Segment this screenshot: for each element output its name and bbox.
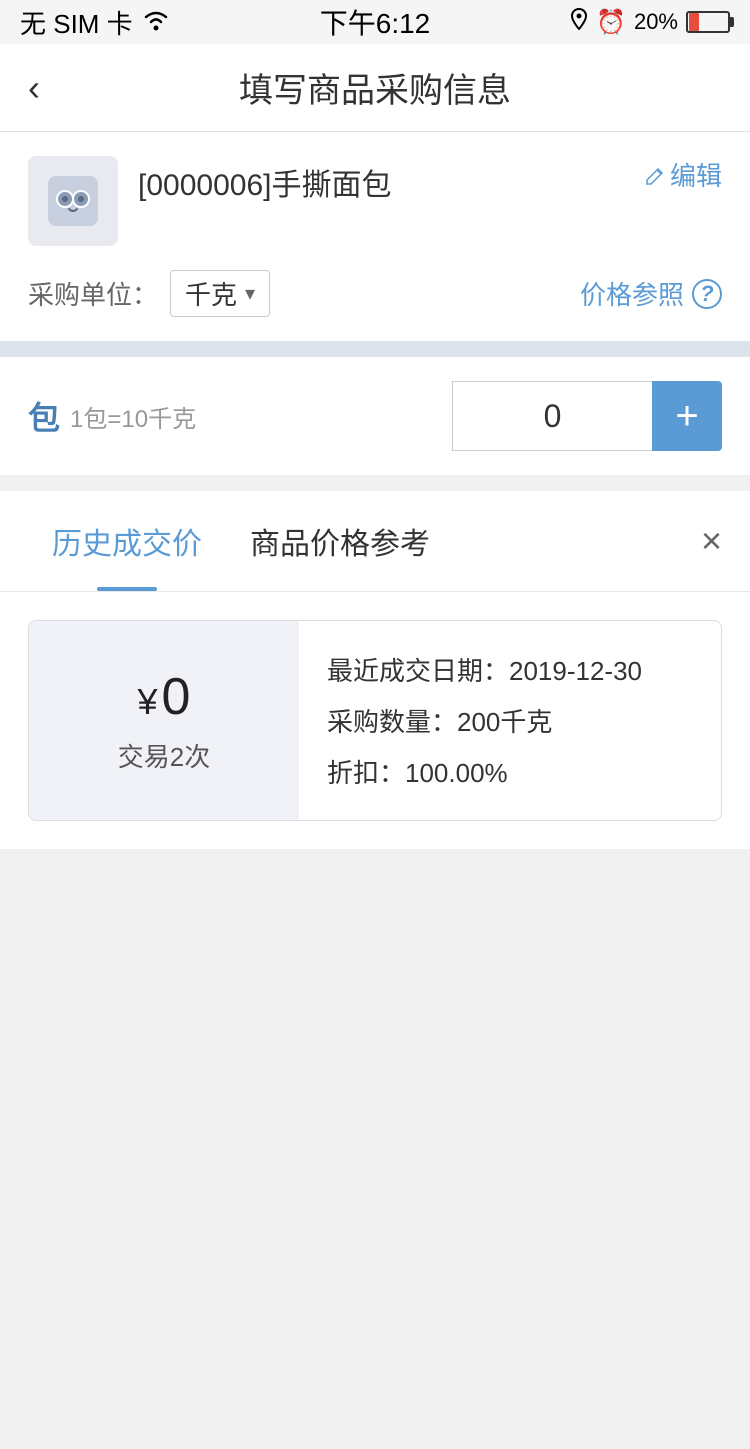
trade-card-right: 最近成交日期：2019-12-30 采购数量：200千克 折扣：100.00% — [299, 621, 721, 820]
close-panel-button[interactable]: × — [701, 520, 722, 562]
date-value: 2019-12-30 — [509, 656, 642, 686]
status-left: 无 SIM 卡 — [20, 4, 171, 41]
product-image — [28, 156, 118, 246]
date-label: 最近成交日期： — [327, 656, 509, 686]
trade-discount-row: 折扣：100.00% — [327, 753, 693, 790]
product-name: [0000006]手撕面包 — [138, 156, 391, 204]
page-title: 填写商品采购信息 — [239, 63, 511, 112]
trade-price: ¥0 — [138, 667, 191, 727]
main-content — [0, 849, 750, 1449]
qty-label: 采购数量： — [327, 707, 457, 737]
panel-content: ¥0 交易2次 最近成交日期：2019-12-30 采购数量：200千克 折扣：… — [0, 592, 750, 849]
nav-bar: ‹ 填写商品采购信息 — [0, 44, 750, 132]
tabs: 历史成交价 商品价格参考 × — [0, 491, 750, 592]
help-icon: ? — [692, 279, 722, 309]
discount-label: 折扣： — [327, 758, 405, 788]
quantity-label: 包 1包=10千克 — [28, 393, 196, 439]
quantity-controls: + — [452, 381, 722, 451]
battery-percent: 20% — [634, 9, 678, 35]
quantity-section: 包 1包=10千克 + — [0, 357, 750, 475]
unit-select[interactable]: 千克 ▾ — [170, 270, 270, 317]
unit-name: 包 — [28, 393, 60, 439]
dropdown-arrow-icon: ▾ — [245, 281, 255, 306]
trade-card-left: ¥0 交易2次 — [29, 621, 299, 820]
back-button[interactable]: ‹ — [28, 67, 40, 109]
wifi-icon — [141, 7, 171, 38]
battery-icon — [686, 11, 730, 33]
tab-product-price-ref[interactable]: 商品价格参考 — [226, 491, 454, 591]
location-icon — [570, 8, 588, 37]
unit-value: 千克 — [185, 275, 237, 312]
unit-label: 采购单位： — [28, 275, 158, 312]
discount-value: 100.00% — [405, 758, 508, 788]
alarm-icon: ⏰ — [596, 8, 626, 37]
trade-card: ¥0 交易2次 最近成交日期：2019-12-30 采购数量：200千克 折扣：… — [28, 620, 722, 821]
product-section: [0000006]手撕面包 编辑 采购单位： 千克 ▾ 价格参照 ? — [0, 132, 750, 341]
trade-date-row: 最近成交日期：2019-12-30 — [327, 651, 693, 688]
conversion-text: 1包=10千克 — [70, 399, 196, 434]
bottom-panel: 历史成交价 商品价格参考 × ¥0 交易2次 最近成交日期：2019-12-30… — [0, 491, 750, 849]
product-header: [0000006]手撕面包 编辑 — [28, 156, 722, 246]
product-left: [0000006]手撕面包 — [28, 156, 391, 246]
trade-qty-row: 采购数量：200千克 — [327, 702, 693, 739]
price-ref-button[interactable]: 价格参照 ? — [580, 275, 722, 312]
tab-history-price[interactable]: 历史成交价 — [28, 491, 226, 591]
quantity-input[interactable] — [452, 381, 652, 451]
edit-button[interactable]: 编辑 — [644, 156, 722, 193]
quantity-plus-button[interactable]: + — [652, 381, 722, 451]
separator — [0, 341, 750, 357]
trade-count: 交易2次 — [118, 737, 210, 774]
status-right: ⏰ 20% — [570, 8, 730, 37]
qty-value: 200千克 — [457, 707, 552, 737]
status-time: 下午6:12 — [320, 2, 431, 42]
product-unit-row: 采购单位： 千克 ▾ 价格参照 ? — [28, 270, 722, 317]
status-bar: 无 SIM 卡 下午6:12 ⏰ 20% — [0, 0, 750, 44]
price-symbol: ¥ — [138, 681, 158, 722]
price-value: 0 — [162, 668, 191, 726]
carrier-text: 无 SIM 卡 — [20, 4, 133, 41]
